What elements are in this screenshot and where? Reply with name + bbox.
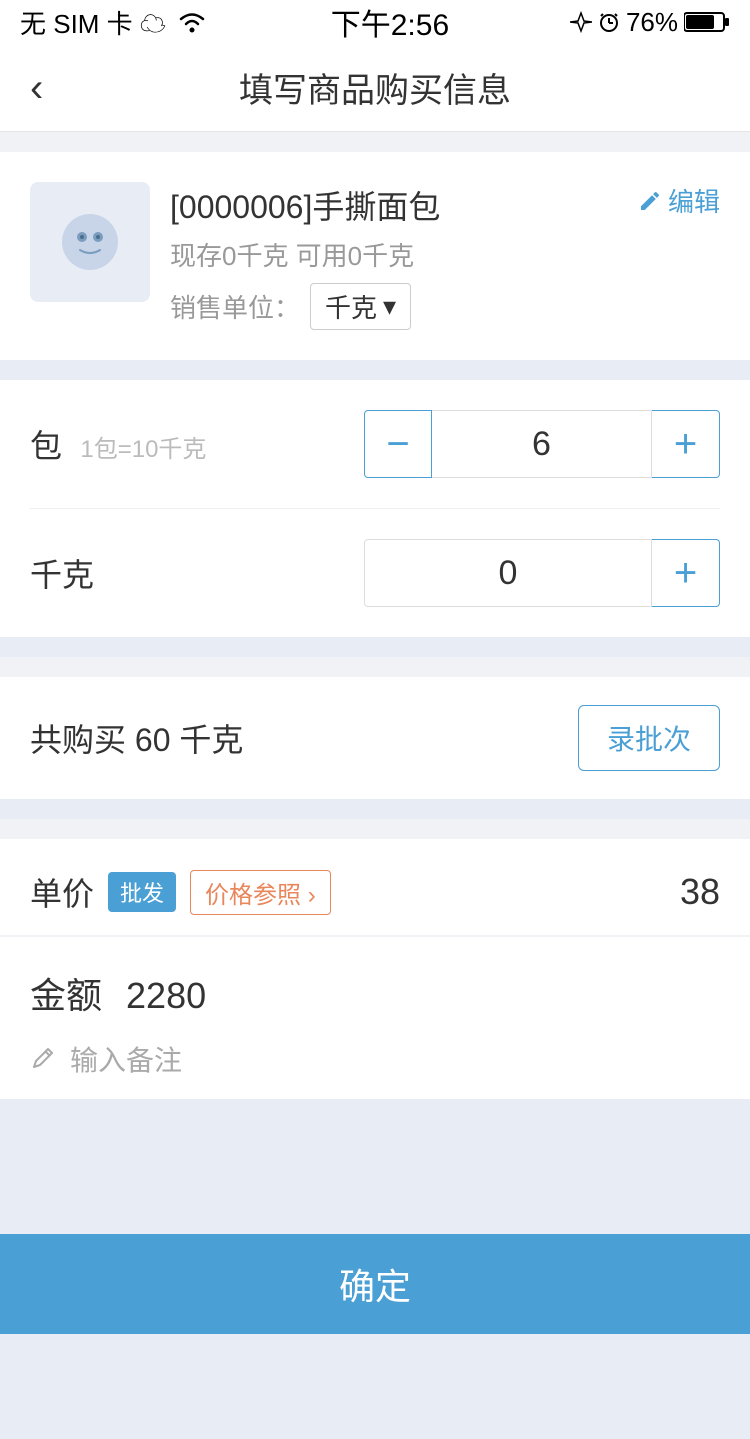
summary-section: 共购买 60 千克 录批次 [0,677,750,799]
alarm-icon [598,11,620,33]
back-button[interactable]: ‹ [30,68,43,108]
product-card: [0000006]手撕面包 现存0千克 可用0千克 销售单位： 千克 ▾ 编辑 [0,152,750,360]
pack-label-group: 包 1包=10千克 [30,421,206,467]
batch-tag: 批发 [108,872,176,912]
product-stock: 现存0千克 可用0千克 [170,236,618,273]
edit-button[interactable]: 编辑 [638,182,720,219]
price-section: 单价 批发 价格参照 › 38 [0,839,750,935]
kg-label: 千克 [30,557,94,593]
section-divider-1 [0,360,750,380]
price-ref-button[interactable]: 价格参照 › [190,870,331,915]
status-time: 下午2:56 [331,0,449,44]
page-title: 填写商品购买信息 [239,63,511,112]
input-section: 包 1包=10千克 − + 千克 + [0,380,750,637]
record-batch-button[interactable]: 录批次 [578,705,720,771]
section-divider-3 [0,799,750,819]
note-icon [30,1045,58,1073]
pack-input-row: 包 1包=10千克 − + [30,380,720,509]
wifi-icon [174,9,210,35]
product-logo [60,212,120,272]
product-info: [0000006]手撕面包 现存0千克 可用0千克 销售单位： 千克 ▾ [170,182,618,330]
amount-value: 2280 [126,975,206,1016]
battery-text: 76% [626,7,678,38]
unit-value: 千克 [325,288,377,325]
amount-row: 金额 2280 [30,967,720,1019]
price-ref-label: 价格参照 › [205,875,316,910]
product-name: [0000006]手撕面包 [170,182,618,228]
battery-icon [684,10,730,34]
status-bar: 无 SIM 卡 ☁ 下午2:56 76% [0,0,750,44]
edit-label: 编辑 [668,182,720,219]
kg-label-group: 千克 [30,550,94,596]
note-label: 输入备注 [70,1039,182,1079]
price-value: 38 [680,871,720,913]
kg-input-row: 千克 + [30,509,720,637]
amount-label: 金额 [30,975,102,1016]
product-unit: 销售单位： 千克 ▾ [170,283,618,330]
product-card-right: 编辑 [638,182,720,219]
amount-section: 金额 2280 输入备注 [0,937,750,1099]
dropdown-icon: ▾ [383,291,396,322]
price-left: 单价 批发 价格参照 › [30,869,331,915]
kg-controls: + [364,539,720,607]
nav-bar: ‹ 填写商品购买信息 [0,44,750,132]
pack-plus-button[interactable]: + [652,410,720,478]
signal-text: 无 SIM 卡 ☁ [20,4,166,41]
kg-input[interactable] [364,539,652,607]
product-image [30,182,150,302]
status-left: 无 SIM 卡 ☁ [20,4,210,41]
pack-label: 包 [30,428,62,464]
confirm-button[interactable]: 确定 [0,1234,750,1334]
unit-select[interactable]: 千克 ▾ [310,283,411,330]
section-divider-2 [0,637,750,657]
unit-label: 销售单位： [170,288,300,325]
kg-plus-button[interactable]: + [652,539,720,607]
pack-sublabel: 1包=10千克 [80,436,206,463]
pack-input[interactable] [432,410,652,478]
note-row[interactable]: 输入备注 [30,1039,720,1079]
pack-controls: − + [364,410,720,478]
status-right: 76% [570,7,730,38]
edit-icon [638,189,662,213]
pack-minus-button[interactable]: − [364,410,432,478]
summary-text: 共购买 60 千克 [30,715,243,761]
location-icon [570,11,592,33]
price-label: 单价 [30,869,94,915]
